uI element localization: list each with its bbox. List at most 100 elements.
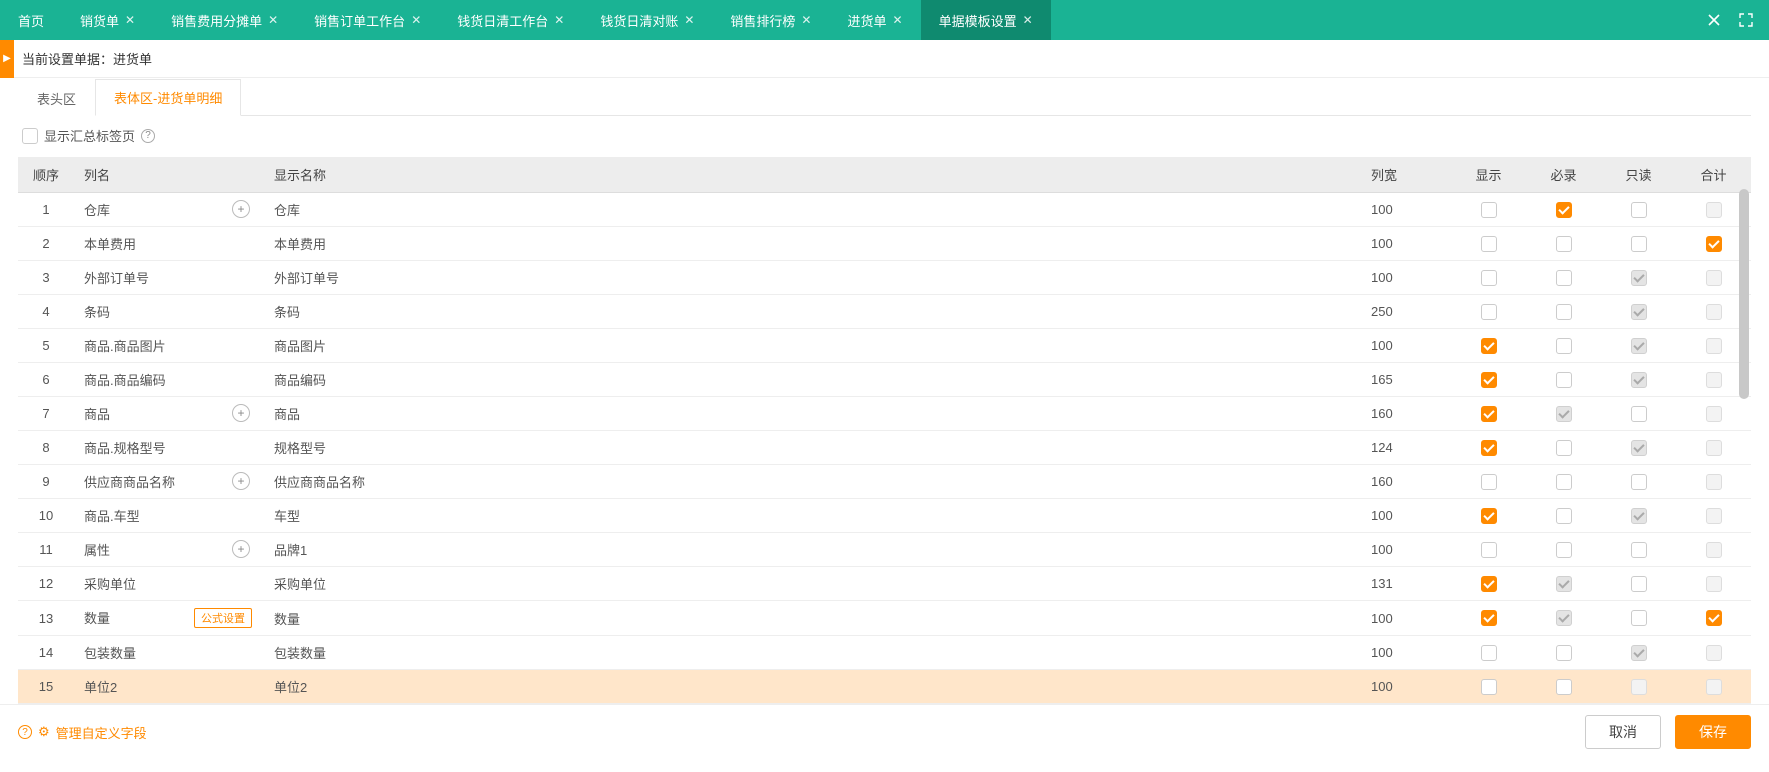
- tab-3[interactable]: 钱货日清工作台✕: [439, 0, 582, 40]
- table-row[interactable]: 6商品.商品编码商品编码165: [18, 363, 1751, 397]
- close-icon[interactable]: ✕: [268, 13, 278, 27]
- cell-checkbox[interactable]: [1556, 202, 1572, 218]
- add-icon[interactable]: +: [232, 200, 250, 218]
- cell-display[interactable]: 商品: [264, 397, 1361, 431]
- tab-4[interactable]: 钱货日清对账✕: [582, 0, 712, 40]
- cell-display[interactable]: 本单费用: [264, 227, 1361, 261]
- cell-checkbox[interactable]: [1481, 372, 1497, 388]
- cell-width[interactable]: 100: [1361, 499, 1451, 533]
- cell-display[interactable]: 外部订单号: [264, 261, 1361, 295]
- cell-checkbox[interactable]: [1556, 542, 1572, 558]
- table-row[interactable]: 10商品.车型车型100: [18, 499, 1751, 533]
- tab-0[interactable]: 销货单✕: [62, 0, 153, 40]
- cell-checkbox[interactable]: [1556, 474, 1572, 490]
- cell-checkbox[interactable]: [1481, 270, 1497, 286]
- tab-6[interactable]: 进货单✕: [829, 0, 920, 40]
- close-icon[interactable]: ✕: [801, 13, 811, 27]
- cell-checkbox[interactable]: [1706, 236, 1722, 252]
- cell-checkbox[interactable]: [1556, 236, 1572, 252]
- table-row[interactable]: 5商品.商品图片商品图片100: [18, 329, 1751, 363]
- close-icon[interactable]: ✕: [411, 13, 421, 27]
- cell-checkbox[interactable]: [1481, 542, 1497, 558]
- cell-width[interactable]: 100: [1361, 601, 1451, 636]
- cell-checkbox[interactable]: [1556, 372, 1572, 388]
- table-row[interactable]: 7商品+商品160: [18, 397, 1751, 431]
- table-row[interactable]: 13数量公式设置数量100: [18, 601, 1751, 636]
- cell-width[interactable]: 160: [1361, 397, 1451, 431]
- cell-display[interactable]: 商品编码: [264, 363, 1361, 397]
- cell-width[interactable]: 100: [1361, 670, 1451, 704]
- cell-checkbox[interactable]: [1556, 270, 1572, 286]
- table-row[interactable]: 3外部订单号外部订单号100: [18, 261, 1751, 295]
- cell-width[interactable]: 124: [1361, 431, 1451, 465]
- cell-width[interactable]: 100: [1361, 329, 1451, 363]
- fullscreen-icon[interactable]: [1737, 11, 1755, 29]
- footer-help-icon[interactable]: ?: [18, 725, 32, 739]
- cell-checkbox[interactable]: [1556, 508, 1572, 524]
- cell-checkbox[interactable]: [1481, 508, 1497, 524]
- cell-width[interactable]: 100: [1361, 193, 1451, 227]
- cell-display[interactable]: 车型: [264, 499, 1361, 533]
- cell-width[interactable]: 100: [1361, 636, 1451, 670]
- cell-checkbox[interactable]: [1631, 474, 1647, 490]
- expand-handle[interactable]: ▶: [0, 40, 14, 78]
- cell-display[interactable]: 仓库: [264, 193, 1361, 227]
- cell-checkbox[interactable]: [1481, 474, 1497, 490]
- cell-display[interactable]: 单位2: [264, 670, 1361, 704]
- tab-header-area[interactable]: 表头区: [18, 80, 95, 116]
- table-row[interactable]: 14包装数量包装数量100: [18, 636, 1751, 670]
- close-panel-icon[interactable]: [1705, 11, 1723, 29]
- cell-width[interactable]: 165: [1361, 363, 1451, 397]
- cell-width[interactable]: 100: [1361, 227, 1451, 261]
- add-icon[interactable]: +: [232, 404, 250, 422]
- close-icon[interactable]: ✕: [125, 13, 135, 27]
- cell-checkbox[interactable]: [1631, 576, 1647, 592]
- table-row[interactable]: 4条码条码250: [18, 295, 1751, 329]
- cell-width[interactable]: 131: [1361, 567, 1451, 601]
- help-icon[interactable]: ?: [141, 129, 155, 143]
- tab-home[interactable]: 首页: [0, 0, 62, 40]
- cell-checkbox[interactable]: [1481, 679, 1497, 695]
- cell-checkbox[interactable]: [1481, 440, 1497, 456]
- cell-display[interactable]: 包装数量: [264, 636, 1361, 670]
- cell-display[interactable]: 品牌1: [264, 533, 1361, 567]
- table-row[interactable]: 11属性+品牌1100: [18, 533, 1751, 567]
- cell-checkbox[interactable]: [1556, 679, 1572, 695]
- add-icon[interactable]: +: [232, 472, 250, 490]
- table-row[interactable]: 1仓库+仓库100: [18, 193, 1751, 227]
- tab-2[interactable]: 销售订单工作台✕: [296, 0, 439, 40]
- scrollbar-thumb[interactable]: [1739, 189, 1749, 399]
- table-row[interactable]: 9供应商商品名称+供应商商品名称160: [18, 465, 1751, 499]
- manage-custom-fields-link[interactable]: 管理自定义字段: [56, 723, 147, 742]
- cell-checkbox[interactable]: [1631, 202, 1647, 218]
- cell-display[interactable]: 供应商商品名称: [264, 465, 1361, 499]
- table-row[interactable]: 2本单费用本单费用100: [18, 227, 1751, 261]
- add-icon[interactable]: +: [232, 540, 250, 558]
- cell-checkbox[interactable]: [1481, 304, 1497, 320]
- cell-checkbox[interactable]: [1481, 236, 1497, 252]
- close-icon[interactable]: ✕: [554, 13, 564, 27]
- cell-checkbox[interactable]: [1556, 440, 1572, 456]
- cell-width[interactable]: 100: [1361, 261, 1451, 295]
- cell-checkbox[interactable]: [1556, 304, 1572, 320]
- cell-checkbox[interactable]: [1556, 645, 1572, 661]
- cell-checkbox[interactable]: [1631, 610, 1647, 626]
- scrollbar-track[interactable]: [1739, 189, 1749, 704]
- close-icon[interactable]: ✕: [1023, 13, 1033, 27]
- cell-checkbox[interactable]: [1481, 576, 1497, 592]
- cell-checkbox[interactable]: [1556, 338, 1572, 354]
- cell-width[interactable]: 250: [1361, 295, 1451, 329]
- cell-checkbox[interactable]: [1481, 610, 1497, 626]
- cell-display[interactable]: 规格型号: [264, 431, 1361, 465]
- tab-5[interactable]: 销售排行榜✕: [712, 0, 829, 40]
- close-icon[interactable]: ✕: [893, 13, 903, 27]
- cell-width[interactable]: 100: [1361, 533, 1451, 567]
- cell-width[interactable]: 160: [1361, 465, 1451, 499]
- cell-checkbox[interactable]: [1631, 236, 1647, 252]
- table-row[interactable]: 12采购单位采购单位131: [18, 567, 1751, 601]
- cell-checkbox[interactable]: [1631, 542, 1647, 558]
- cell-checkbox[interactable]: [1631, 406, 1647, 422]
- save-button[interactable]: 保存: [1675, 715, 1751, 749]
- close-icon[interactable]: ✕: [684, 13, 694, 27]
- cancel-button[interactable]: 取消: [1585, 715, 1661, 749]
